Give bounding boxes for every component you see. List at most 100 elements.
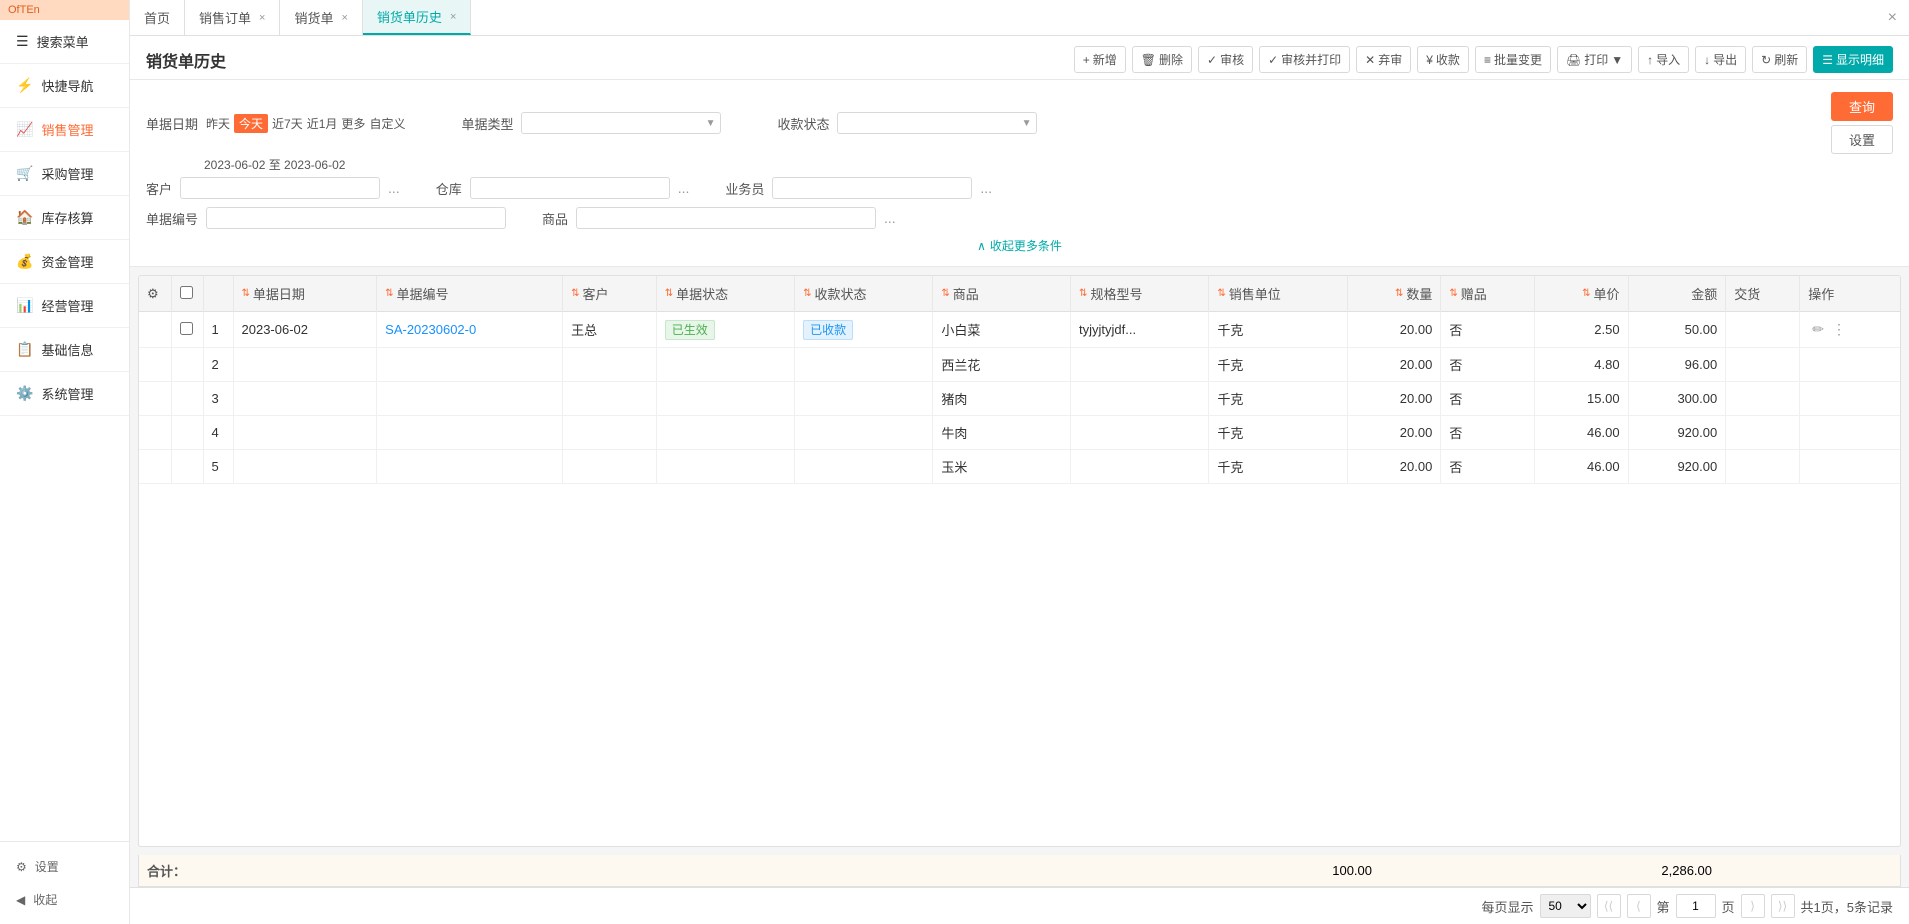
th-spec[interactable]: ⇅ 规格型号 [1071,276,1209,312]
toolbar-btn-show-detail[interactable]: ☰显示明细 [1813,46,1893,73]
action-more-0[interactable]: ⋮ [1828,319,1850,340]
filter-settings-button[interactable]: 设置 [1831,125,1893,154]
warehouse-dots[interactable]: ... [678,180,690,196]
th-checkbox [171,276,203,312]
filter-row-1: 单据日期 昨天今天近7天近1月更多自定义 单据类型 ▼ 收款状态 [146,92,1893,154]
th-collect-status[interactable]: ⇅ 收款状态 [795,276,933,312]
sidebar-item-inventory[interactable]: 🏠库存核算 [0,196,129,240]
sidebar-item-finance[interactable]: 💰资金管理 [0,240,129,284]
first-page-button[interactable]: ⟨⟨ [1597,894,1621,918]
next-page-button[interactable]: ⟩ [1741,894,1765,918]
toolbar-btn-collect[interactable]: ¥收款 [1417,46,1469,73]
sort-doc-date[interactable]: ⇅ 单据日期 [242,284,305,303]
sidebar-item-basic-info[interactable]: 📋基础信息 [0,328,129,372]
sort-spec[interactable]: ⇅ 规格型号 [1079,284,1142,303]
toolbar-icon-batch-change: ≡ [1484,53,1491,67]
date-link-more[interactable]: 更多 [341,115,365,132]
sidebar-item-operations[interactable]: 📊经营管理 [0,284,129,328]
tab-sales-order[interactable]: 销售订单× [185,0,280,35]
th-gift[interactable]: ⇅ 赠品 [1441,276,1535,312]
query-button[interactable]: 查询 [1831,92,1893,121]
sidebar-bottom-collapse[interactable]: ◀收起 [0,883,129,916]
customer-input[interactable] [180,177,380,199]
page-number-input[interactable] [1676,894,1716,918]
table-row: 2西兰花千克20.00否4.8096.00 [139,348,1900,382]
tab-home[interactable]: 首页 [130,0,185,35]
sidebar-label-basic-info: 基础信息 [41,340,93,359]
action-edit-0[interactable]: ✏ [1808,319,1828,340]
toolbar-btn-export[interactable]: ↓导出 [1695,46,1746,73]
per-page-select[interactable]: 50 100 200 [1540,894,1591,918]
filter-row-2: 客户 ... 仓库 ... 业务员 ... [146,177,1893,199]
toolbar-icon-export: ↓ [1704,53,1710,67]
toolbar-btn-audit-print[interactable]: ✓审核并打印 [1259,46,1350,73]
tab-sales-history[interactable]: 销货单历史× [363,0,471,35]
sidebar-item-search-menu[interactable]: ☰搜索菜单 [0,20,129,64]
sidebar-item-purchase-mgmt[interactable]: 🛒采购管理 [0,152,129,196]
agent-dots[interactable]: ... [980,180,992,196]
th-goods[interactable]: ⇅ 商品 [933,276,1071,312]
sort-unit[interactable]: ⇅ 销售单位 [1217,284,1280,303]
last-page-button[interactable]: ⟩⟩ [1771,894,1795,918]
tab-bar-close[interactable]: × [1876,9,1909,27]
date-link-yesterday[interactable]: 昨天 [206,115,230,132]
prev-page-button[interactable]: ⟨ [1627,894,1651,918]
th-doc-no[interactable]: ⇅ 单据编号 [377,276,563,312]
toolbar-btn-import[interactable]: ↑导入 [1638,46,1689,73]
toolbar-btn-batch-change[interactable]: ≡批量变更 [1475,46,1551,73]
doc-type-input[interactable] [521,112,721,134]
agent-input[interactable] [772,177,972,199]
collect-status-input[interactable] [837,112,1037,134]
doc-type-dropdown[interactable]: ▼ [521,112,721,134]
sidebar-bottom-settings[interactable]: ⚙设置 [0,850,129,883]
sort-customer[interactable]: ⇅ 客户 [571,284,608,303]
toolbar-btn-delete[interactable]: 🗑删除 [1132,46,1192,73]
toolbar-btn-print[interactable]: 🖨打印▼ [1557,46,1632,73]
sort-doc-no[interactable]: ⇅ 单据编号 [385,284,448,303]
th-doc-date[interactable]: ⇅ 单据日期 [233,276,377,312]
date-link-custom[interactable]: 自定义 [369,115,405,132]
th-price[interactable]: ⇅ 单价 [1534,276,1628,312]
sort-goods[interactable]: ⇅ 商品 [941,284,978,303]
sidebar-item-sales-mgmt[interactable]: 📈销售管理 [0,108,129,152]
sort-qty[interactable]: ⇅ 数量 [1395,284,1432,303]
date-link-7days[interactable]: 近7天 [272,115,303,132]
td-price-2: 15.00 [1534,382,1628,416]
goods-input[interactable] [576,207,876,229]
sidebar-item-quick-nav[interactable]: ⚡快捷导航 [0,64,129,108]
tab-close-sales-order[interactable]: × [259,12,265,24]
td-amount-2: 300.00 [1628,382,1726,416]
tab-close-sales-goods[interactable]: × [341,12,347,24]
tab-sales-goods[interactable]: 销货单× [280,0,362,35]
date-link-today[interactable]: 今天 [234,114,268,133]
customer-dots[interactable]: ... [388,180,400,196]
td-unit-1: 千克 [1209,348,1347,382]
th-customer[interactable]: ⇅ 客户 [563,276,657,312]
select-all-checkbox[interactable] [180,286,193,299]
sort-price[interactable]: ⇅ 单价 [1582,284,1619,303]
date-link-1month[interactable]: 近1月 [307,115,338,132]
tab-close-sales-history[interactable]: × [450,11,456,23]
goods-dots[interactable]: ... [884,210,896,226]
doc-status-badge-0: 已生效 [665,320,715,340]
th-qty[interactable]: ⇅ 数量 [1347,276,1441,312]
sort-doc-status[interactable]: ⇅ 单据状态 [665,284,728,303]
toolbar-btn-add[interactable]: +新增 [1074,46,1126,73]
sort-gift[interactable]: ⇅ 赠品 [1449,284,1486,303]
collapse-button[interactable]: ∧ 收起更多条件 [146,237,1893,254]
collect-status-dropdown[interactable]: ▼ [837,112,1037,134]
toolbar-btn-refresh[interactable]: ↻刷新 [1752,46,1807,73]
toolbar-btn-audit[interactable]: ✓审核 [1198,46,1253,73]
sort-collect-status[interactable]: ⇅ 收款状态 [803,284,866,303]
row-checkbox-0[interactable] [180,322,193,335]
th-doc-status[interactable]: ⇅ 单据状态 [656,276,794,312]
th-unit[interactable]: ⇅ 销售单位 [1209,276,1347,312]
sidebar-item-sys-mgmt[interactable]: ⚙️系统管理 [0,372,129,416]
docno-input[interactable] [206,207,506,229]
doc-no-link-0[interactable]: SA-20230602-0 [385,322,476,337]
td-actions-3 [1800,416,1900,450]
warehouse-input[interactable] [470,177,670,199]
table-row: 12023-06-02SA-20230602-0王总已生效已收款小白菜tyjyj… [139,312,1900,348]
gear-icon[interactable]: ⚙ [147,286,159,301]
toolbar-btn-abandon[interactable]: ✕弃审 [1356,46,1411,73]
